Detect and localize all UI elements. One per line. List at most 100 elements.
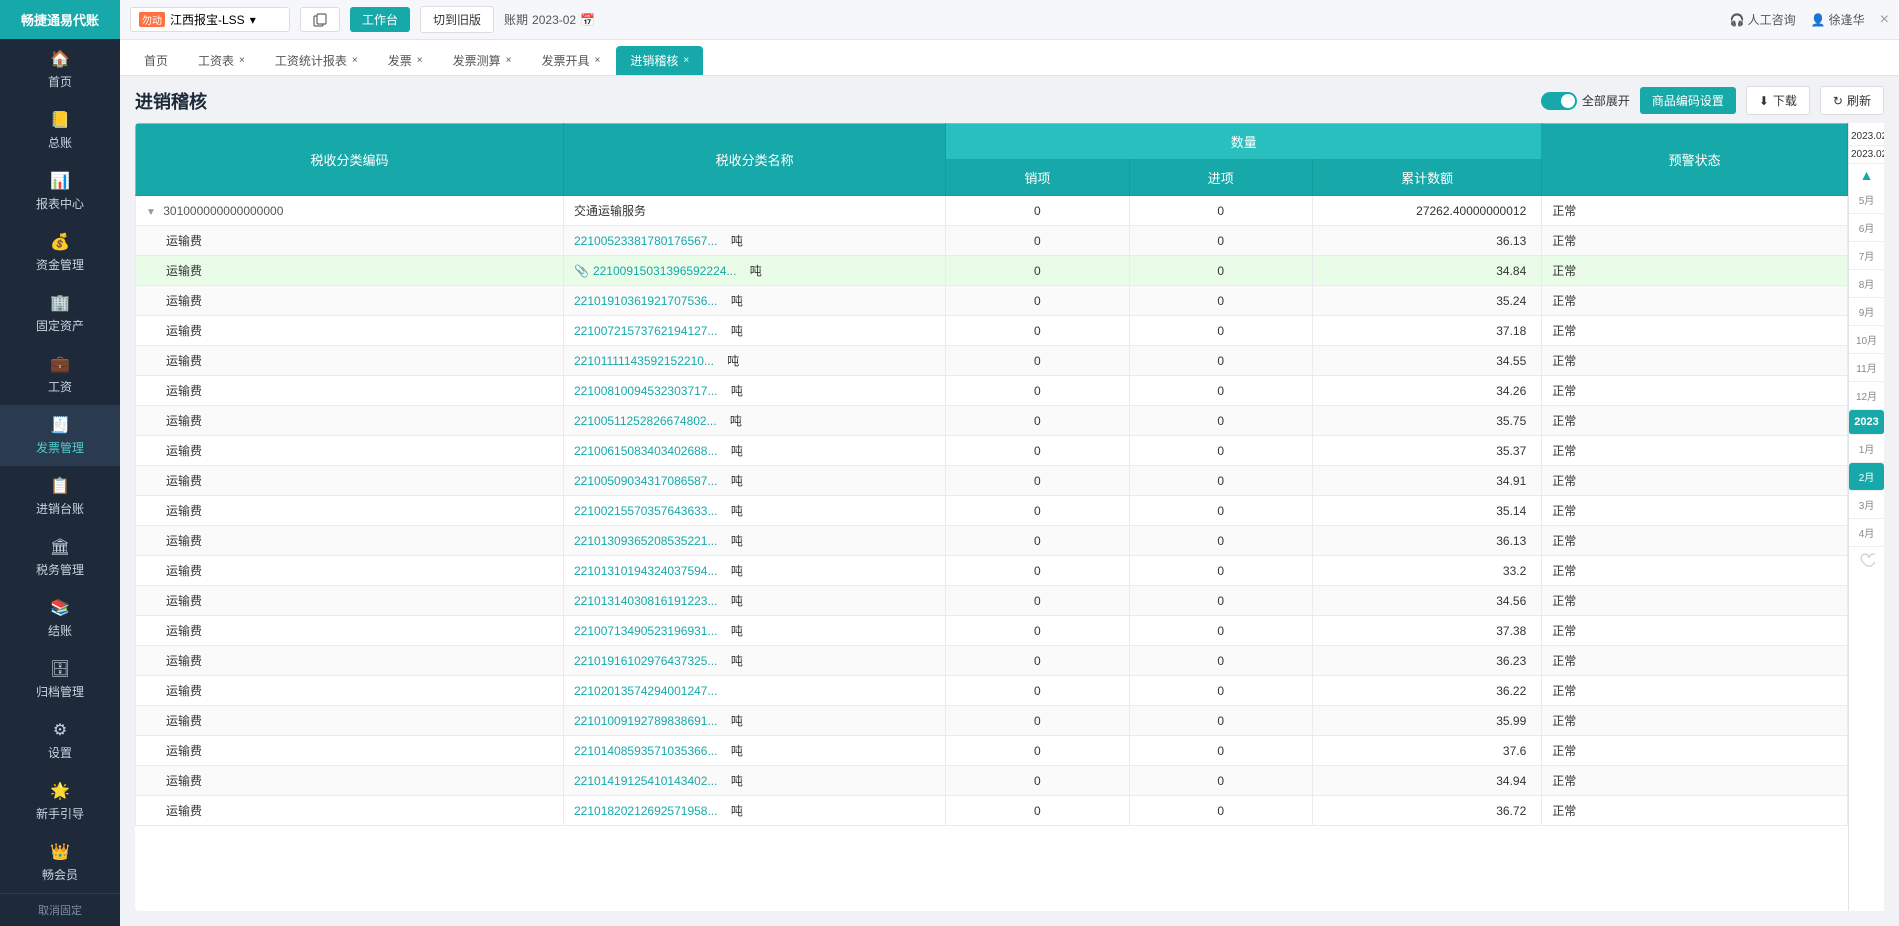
tab-invoice-issue[interactable]: 发票开具 × [527,46,614,75]
row-sale: 0 [946,316,1129,346]
month-7[interactable]: 7月 [1849,242,1884,270]
sidebar-item-guide[interactable]: 🌟 新手引导 [0,771,120,832]
sidebar-item-label: 首页 [48,73,72,90]
sidebar-item-invoice-mgmt[interactable]: 🧾 发票管理 [0,405,120,466]
tab-sales-verify[interactable]: 进销稽核 × [616,46,703,75]
tab-home[interactable]: 首页 [130,46,182,75]
switch-old-button[interactable]: 切到旧版 [420,6,494,33]
workbench-button[interactable]: 工作台 [350,7,410,32]
row-cumulative: 33.2 [1312,556,1541,586]
unpin-label: 取消固定 [38,902,82,918]
tab-close-icon[interactable]: × [683,55,689,66]
tab-close-icon[interactable]: × [352,55,358,66]
month-11[interactable]: 11月 [1849,354,1884,382]
row-status: 正常 [1542,256,1848,286]
copy-button[interactable] [300,7,340,32]
user-area[interactable]: 👤 徐逢华 [1811,11,1865,28]
sidebar-item-settings[interactable]: ⚙ 设置 [0,710,120,771]
sidebar-unpin[interactable]: 取消固定 [0,893,120,926]
month-12[interactable]: 12月 [1849,382,1884,410]
row-status: 正常 [1542,196,1848,226]
tab-close-icon[interactable]: × [417,55,423,66]
row-invoice-code: 22102013574294001247... [564,676,946,706]
row-purchase: 0 [1129,766,1312,796]
month-4[interactable]: 4月 [1849,519,1884,547]
tab-close-icon[interactable]: × [506,55,512,66]
sidebar-item-label: 设置 [48,744,72,761]
sidebar-item-label: 工资 [48,378,72,395]
row-sale: 0 [946,346,1129,376]
row-sale: 0 [946,616,1129,646]
support-label[interactable]: 🎧 人工咨询 [1730,11,1796,28]
purchase-icon: 📋 [50,476,70,496]
table-row: 运输费 22101009192789838691... 吨 0 0 35.99 … [136,706,1848,736]
sidebar-item-label: 结账 [48,622,72,639]
sidebar-item-purchase-ledger[interactable]: 📋 进销台账 [0,466,120,527]
row-cumulative: 35.37 [1312,436,1541,466]
month-9[interactable]: 9月 [1849,298,1884,326]
sidebar-item-payroll[interactable]: 💼 工资 [0,344,120,405]
row-cumulative: 27262.40000000012 [1312,196,1541,226]
download-button[interactable]: ⬇ 下载 [1746,86,1810,115]
row-sale: 0 [946,496,1129,526]
row-purchase: 0 [1129,346,1312,376]
refresh-icon: ↻ [1833,94,1843,108]
toggle-switch[interactable] [1541,92,1577,110]
tab-label: 工资表 [198,52,234,69]
row-invoice-code: 22100810094532303717... 吨 [564,376,946,406]
closing-icon: 📚 [50,598,70,618]
goods-setting-button[interactable]: 商品编码设置 [1640,87,1736,114]
row-cumulative: 36.13 [1312,526,1541,556]
month-2-current[interactable]: 2月 [1849,463,1884,491]
tab-close-icon[interactable]: × [239,55,245,66]
year-2023[interactable]: 2023 [1849,410,1884,435]
sidebar-item-home[interactable]: 🏠 首页 [0,39,120,100]
expand-icon[interactable]: ▼ [146,207,156,218]
row-code: 运输费 [136,436,564,466]
row-sale: 0 [946,376,1129,406]
refresh-button[interactable]: ↻ 刷新 [1820,86,1884,115]
row-cumulative: 34.91 [1312,466,1541,496]
tab-invoice-calc[interactable]: 发票测算 × [439,46,526,75]
row-cumulative: 35.75 [1312,406,1541,436]
table-row: 运输费 22100615083403402688... 吨 0 0 35.37 … [136,436,1848,466]
sidebar-item-vip[interactable]: 👑 畅会员 [0,832,120,893]
tab-payroll-table[interactable]: 工资表 × [184,46,259,75]
month-8[interactable]: 8月 [1849,270,1884,298]
sidebar-item-closing[interactable]: 📚 结账 [0,588,120,649]
sidebar-item-ledger[interactable]: 📒 总账 [0,100,120,161]
th-cumulative: 累计数额 [1312,160,1541,196]
row-status: 正常 [1542,436,1848,466]
row-status: 正常 [1542,736,1848,766]
sidebar-item-label: 新手引导 [36,805,84,822]
row-purchase: 0 [1129,676,1312,706]
month-5[interactable]: 5月 [1849,186,1884,214]
tab-invoice[interactable]: 发票 × [374,46,437,75]
month-10[interactable]: 10月 [1849,326,1884,354]
company-selector[interactable]: 勿动 江西报宝-LSS ▾ [130,7,290,32]
row-sale: 0 [946,706,1129,736]
row-status: 正常 [1542,556,1848,586]
table-row: 运输费 22100721573762194127... 吨 0 0 37.18 … [136,316,1848,346]
calendar-icon[interactable]: 📅 [580,13,595,27]
scroll-up-icon[interactable]: ▲ [1857,164,1877,186]
month-1[interactable]: 1月 [1849,435,1884,463]
row-cumulative: 36.72 [1312,796,1541,826]
sidebar-item-funds[interactable]: 💰 资金管理 [0,222,120,283]
row-name: 交通运输服务 [564,196,946,226]
sidebar-item-reports[interactable]: 📊 报表中心 [0,161,120,222]
heart-icon[interactable] [1859,552,1875,568]
sidebar-item-tax[interactable]: 🏛 税务管理 [0,527,120,588]
row-invoice-code: 22101910361921707536... 吨 [564,286,946,316]
month-3[interactable]: 3月 [1849,491,1884,519]
month-6[interactable]: 6月 [1849,214,1884,242]
tab-close-icon[interactable]: × [594,55,600,66]
sidebar-item-assets[interactable]: 🏢 固定资产 [0,283,120,344]
close-button[interactable]: × [1880,11,1889,29]
attachment-icon[interactable]: 📎 [574,264,589,278]
download-icon: ⬇ [1759,94,1769,108]
guide-icon: 🌟 [50,781,70,801]
sidebar-item-archive[interactable]: 🗄 归档管理 [0,649,120,710]
tab-payroll-report[interactable]: 工资统计报表 × [261,46,372,75]
toggle-all-control[interactable]: 全部展开 [1541,92,1630,110]
